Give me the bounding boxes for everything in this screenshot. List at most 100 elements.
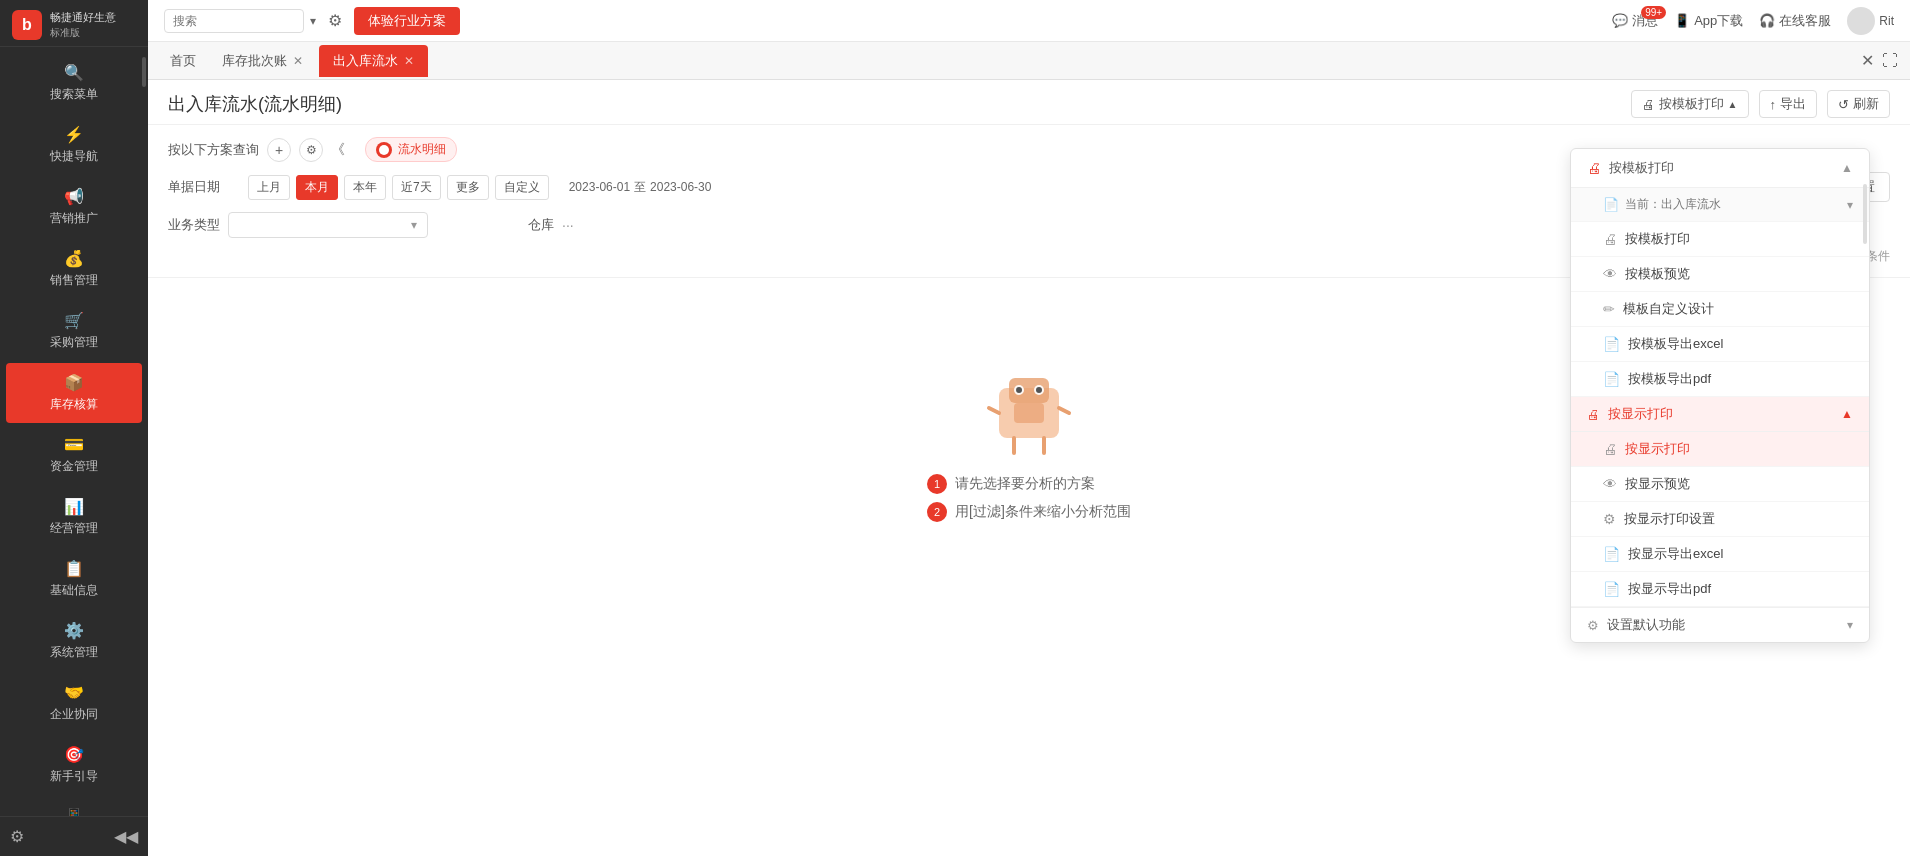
date-btn-more[interactable]: 更多 [447,175,489,200]
printer-icon: 🖨 [1642,97,1655,112]
date-filter-label: 单据日期 [168,178,228,196]
dropdown-current-label-row: 📄 当前：出入库流水 ▾ [1571,188,1869,222]
sidebar-item-label: 搜索菜单 [50,86,98,103]
message-btn[interactable]: 💬 消息 99+ [1612,12,1658,30]
dropdown-title-area: 🖨 按模板打印 [1587,159,1674,177]
tab-inventory-batch-close[interactable]: ✕ [293,54,303,68]
search-dropdown-icon[interactable]: ▾ [310,14,316,28]
sidebar-scrollbar[interactable] [142,57,146,257]
avatar [1847,7,1875,35]
sidebar-item-quicknav[interactable]: ⚡ 快捷导航 [6,115,142,175]
display-excel-label: 按显示导出excel [1628,545,1723,563]
dropdown-item-display-excel[interactable]: 📄 按显示导出excel [1571,537,1869,572]
dropdown-scrollbar[interactable] [1863,179,1867,632]
dropdown-display-section[interactable]: 🖨 按显示打印 ▲ [1571,397,1869,432]
message-icon: 💬 [1612,13,1628,28]
filter-collapse-btn[interactable]: 《 [331,141,345,159]
template-design-icon: ✏ [1603,301,1615,317]
header-right: 💬 消息 99+ 📱 App下载 🎧 在线客服 Rit [1612,7,1894,35]
dropdown-item-display-pdf[interactable]: 📄 按显示导出pdf [1571,572,1869,607]
settings-footer-icon[interactable]: ⚙ [10,827,24,846]
sidebar-item-basic-info[interactable]: 📋 基础信息 [6,549,142,609]
sidebar-logo: b 畅捷通好生意 标准版 [0,0,148,47]
sidebar-item-search[interactable]: 🔍 搜索菜单 [6,53,142,113]
sidebar-scrollbar-thumb [142,57,146,87]
template-excel-icon: 📄 [1603,336,1620,352]
filter-scheme-area: 按以下方案查询 + ⚙ 《 [168,138,345,162]
print-chevron-icon: ▲ [1728,99,1738,110]
date-btn-last-month[interactable]: 上月 [248,175,290,200]
sidebar-item-label: 新手引导 [50,768,98,785]
date-btn-this-month[interactable]: 本月 [296,175,338,200]
sidebar-item-appcenter[interactable]: 📱 应用中心 [6,797,142,816]
template-print-label: 按模板打印 [1625,230,1690,248]
main-content: ▾ ⚙ 体验行业方案 💬 消息 99+ 📱 App下载 🎧 在线客服 [148,0,1910,856]
date-btn-this-year[interactable]: 本年 [344,175,386,200]
tab-inventory-batch-label: 库存批次账 [222,52,287,70]
biz-type-select[interactable]: ▾ [228,212,428,238]
dropdown-item-template-print[interactable]: 🖨 按模板打印 [1571,222,1869,257]
print-template-btn[interactable]: 🖨 按模板打印 ▲ [1631,90,1749,118]
sidebar-item-collab[interactable]: 🤝 企业协同 [6,673,142,733]
app-download-btn[interactable]: 📱 App下载 [1674,12,1743,30]
dropdown-item-template-excel[interactable]: 📄 按模板导出excel [1571,327,1869,362]
dropdown-footer-settings[interactable]: ⚙ 设置默认功能 ▾ [1571,607,1869,642]
filter-tag-item: ● 流水明细 [365,137,457,162]
tab-inventory-batch[interactable]: 库存批次账 ✕ [208,45,317,77]
sidebar-item-finance[interactable]: 💳 资金管理 [6,425,142,485]
date-btn-last-7-days[interactable]: 近7天 [392,175,441,200]
dropdown-item-display-preview[interactable]: 👁 按显示预览 [1571,467,1869,502]
header-gear-icon[interactable]: ⚙ [328,11,342,30]
warehouse-more-icon[interactable]: ··· [562,217,574,233]
filter-tag-label: 流水明细 [398,141,446,158]
template-excel-label: 按模板导出excel [1628,335,1723,353]
filter-settings-btn[interactable]: ⚙ [299,138,323,162]
footer-settings-icon: ⚙ [1587,618,1599,633]
dropdown-item-display-settings[interactable]: ⚙ 按显示打印设置 [1571,502,1869,537]
current-template-arrow[interactable]: ▾ [1847,198,1853,212]
display-preview-icon: 👁 [1603,476,1617,492]
sidebar-item-label: 资金管理 [50,458,98,475]
user-area[interactable]: Rit [1847,7,1894,35]
customer-service-label: 在线客服 [1779,12,1831,30]
collab-icon: 🤝 [64,683,84,702]
sidebar-item-marketing[interactable]: 📢 营销推广 [6,177,142,237]
sidebar: b 畅捷通好生意 标准版 🔍 搜索菜单 ⚡ 快捷导航 📢 营销推广 [0,0,148,856]
dropdown-main-chevron[interactable]: ▲ [1841,161,1853,175]
sidebar-item-guide[interactable]: 🎯 新手引导 [6,735,142,795]
sales-icon: 💰 [64,249,84,268]
tab-stock-flow-close[interactable]: ✕ [404,54,414,68]
sidebar-item-operations[interactable]: 📊 经营管理 [6,487,142,547]
dropdown-item-template-design[interactable]: ✏ 模板自定义设计 [1571,292,1869,327]
refresh-btn[interactable]: ↺ 刷新 [1827,90,1890,118]
refresh-icon: ↺ [1838,97,1849,112]
dropdown-item-template-preview[interactable]: 👁 按模板预览 [1571,257,1869,292]
dropdown-item-template-pdf[interactable]: 📄 按模板导出pdf [1571,362,1869,397]
tab-home[interactable]: 首页 [160,46,206,76]
biz-type-arrow: ▾ [411,218,417,232]
svg-point-7 [1036,387,1042,393]
sidebar-item-label: 采购管理 [50,334,98,351]
step-2-text: 用[过滤]条件来缩小分析范围 [955,503,1131,521]
dropdown-item-display-print[interactable]: 🖨 按显示打印 [1571,432,1869,467]
collapse-sidebar-icon[interactable]: ◀◀ [114,827,138,846]
date-from: 2023-06-01 [569,180,630,194]
maximize-window-btn[interactable]: ⛶ [1882,51,1898,70]
date-quick-buttons: 上月 本月 本年 近7天 更多 自定义 [248,175,549,200]
date-range-display: 2023-06-01 至 2023-06-30 [569,179,712,196]
sidebar-item-purchase[interactable]: 🛒 采购管理 [6,301,142,361]
sidebar-item-inventory[interactable]: 📦 库存核算 [6,363,142,423]
sidebar-item-system[interactable]: ⚙️ 系统管理 [6,611,142,671]
template-preview-label: 按模板预览 [1625,265,1690,283]
close-window-btn[interactable]: ✕ [1861,51,1874,70]
tab-stock-flow[interactable]: 出入库流水 ✕ [319,45,428,77]
export-btn[interactable]: ↑ 导出 [1759,90,1818,118]
app-download-label: App下载 [1694,12,1743,30]
display-preview-label: 按显示预览 [1625,475,1690,493]
customer-service-btn[interactable]: 🎧 在线客服 [1759,12,1831,30]
date-btn-custom[interactable]: 自定义 [495,175,549,200]
sidebar-item-sales[interactable]: 💰 销售管理 [6,239,142,299]
filter-add-btn[interactable]: + [267,138,291,162]
trial-btn[interactable]: 体验行业方案 [354,7,460,35]
search-input[interactable] [164,9,304,33]
